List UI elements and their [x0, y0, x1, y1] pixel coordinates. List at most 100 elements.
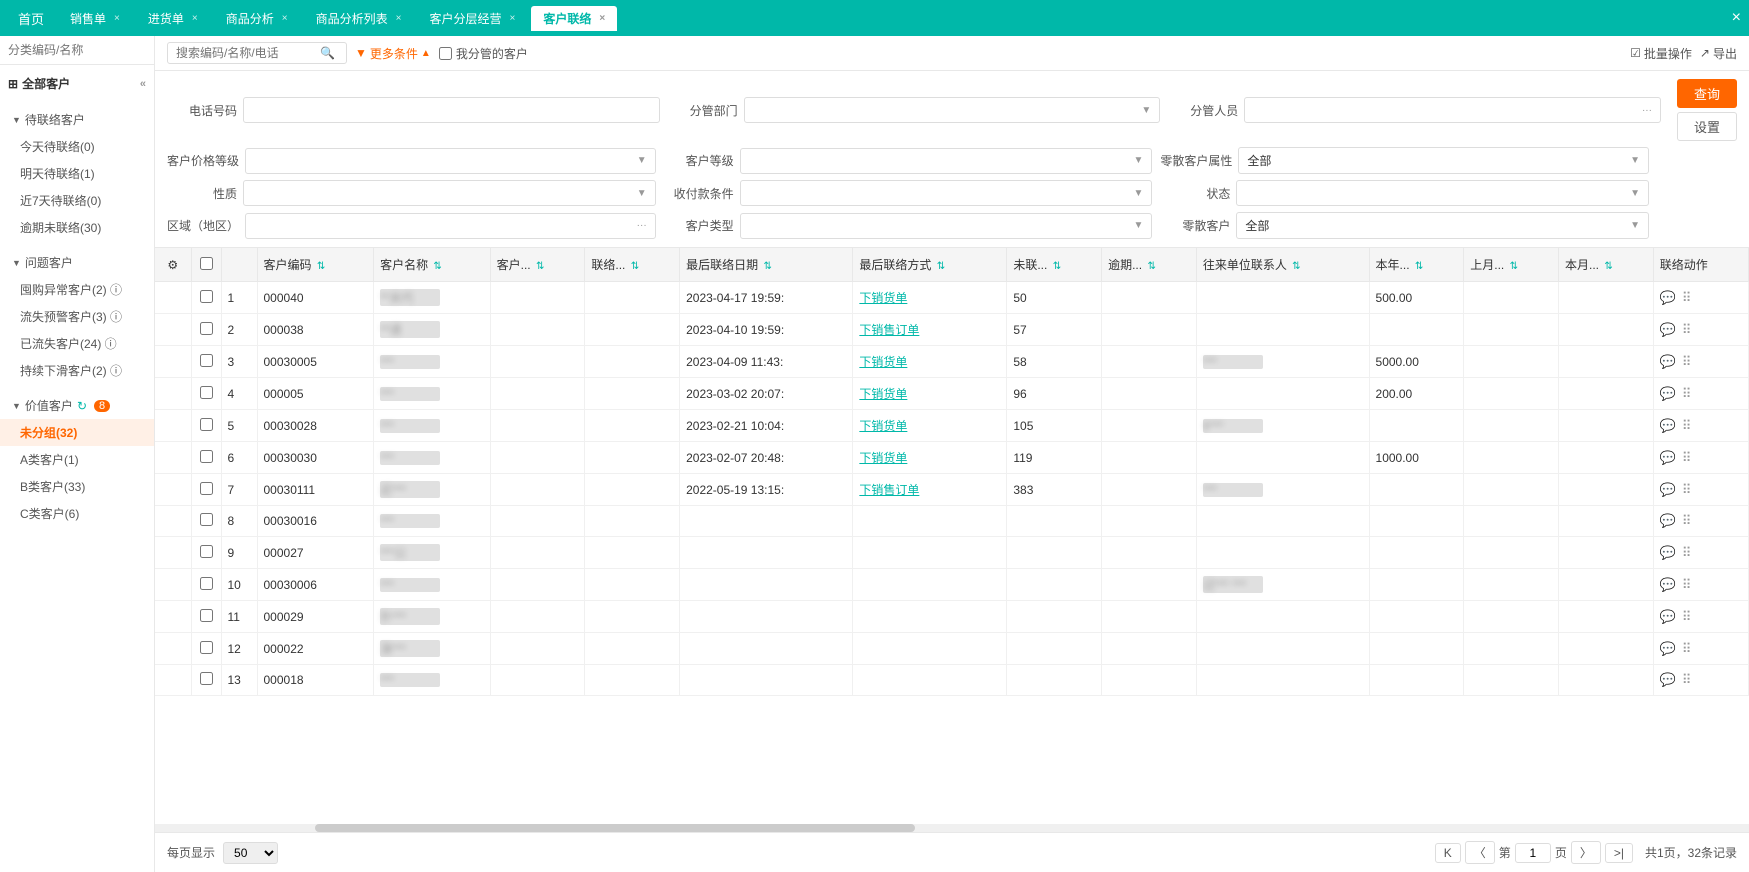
- sidebar-item-b-class[interactable]: B类客户(33): [0, 473, 154, 500]
- row-last-contact-way-cell[interactable]: 下销货单: [853, 378, 1007, 410]
- unit-contact-sort-icon[interactable]: ⇅: [1292, 261, 1300, 272]
- more-icon[interactable]: ⠿: [1682, 290, 1692, 306]
- this-year-sort-icon[interactable]: ⇅: [1415, 261, 1423, 272]
- value-customers-title[interactable]: ▼ 价值客户 ↻ 8: [0, 392, 154, 419]
- batch-action-btn[interactable]: ☑ 批量操作: [1630, 45, 1692, 62]
- row-checkbox[interactable]: [200, 418, 213, 431]
- more-icon[interactable]: ⠿: [1682, 545, 1692, 561]
- overdue-sort-icon[interactable]: ⇅: [1147, 261, 1155, 272]
- close-customer-contact-icon[interactable]: ×: [599, 13, 605, 24]
- comment-icon[interactable]: 💬: [1660, 290, 1676, 306]
- sidebar-item-a-class[interactable]: A类客户(1): [0, 446, 154, 473]
- tab-customer-contact[interactable]: 客户联络 ×: [531, 6, 617, 31]
- row-last-contact-way-cell[interactable]: [853, 506, 1007, 537]
- reset-button[interactable]: 设置: [1677, 112, 1737, 141]
- problem-customers-title[interactable]: ▼ 问题客户: [0, 249, 154, 276]
- close-purchase-order-icon[interactable]: ×: [192, 13, 198, 24]
- more-icon[interactable]: ⠿: [1682, 577, 1692, 593]
- row-last-contact-way-cell[interactable]: 下销售订单: [853, 314, 1007, 346]
- no-contact-col-header[interactable]: 未联... ⇅: [1007, 248, 1102, 282]
- comment-icon[interactable]: 💬: [1660, 609, 1676, 625]
- last-month-col-header[interactable]: 上月... ⇅: [1464, 248, 1559, 282]
- retail-attr-select[interactable]: 全部 ▼: [1238, 147, 1649, 174]
- sidebar-collapse-icon[interactable]: «: [140, 78, 146, 90]
- this-year-col-header[interactable]: 本年... ⇅: [1369, 248, 1464, 282]
- manager-select[interactable]: ···: [1244, 97, 1661, 123]
- row-last-contact-way-cell[interactable]: [853, 633, 1007, 665]
- sidebar-item-tomorrow[interactable]: 明天待联络(1): [0, 160, 154, 187]
- sidebar-search-input[interactable]: [8, 43, 155, 57]
- no-contact-sort-icon[interactable]: ⇅: [1053, 261, 1061, 272]
- prev-page-btn[interactable]: 〈: [1465, 841, 1495, 864]
- close-sales-order-icon[interactable]: ×: [114, 13, 120, 24]
- row-checkbox[interactable]: [200, 609, 213, 622]
- sidebar-item-churn-warning[interactable]: 流失预警客户(3) ⓘ: [0, 303, 154, 330]
- tab-product-analysis[interactable]: 商品分析 ×: [214, 6, 300, 31]
- row-last-contact-way-cell[interactable]: [853, 537, 1007, 569]
- more-icon[interactable]: ⠿: [1682, 672, 1692, 688]
- more-conditions-btn[interactable]: ▼ 更多条件 ▲: [355, 45, 431, 62]
- close-customer-tier-icon[interactable]: ×: [509, 13, 515, 24]
- row-last-contact-way-cell[interactable]: 下销货单: [853, 346, 1007, 378]
- row-checkbox[interactable]: [200, 641, 213, 654]
- comment-icon[interactable]: 💬: [1660, 641, 1676, 657]
- export-btn[interactable]: ↗ 导出: [1700, 45, 1737, 62]
- contact-col-header[interactable]: 联络... ⇅: [585, 248, 680, 282]
- settings-icon[interactable]: ⚙: [167, 258, 178, 272]
- more-icon[interactable]: ⠿: [1682, 609, 1692, 625]
- price-level-select[interactable]: ▼: [245, 148, 656, 174]
- sidebar-item-ungroup[interactable]: 未分组(32): [0, 419, 154, 446]
- more-icon[interactable]: ⠿: [1682, 418, 1692, 434]
- last-contact-date-sort-icon[interactable]: ⇅: [763, 261, 771, 272]
- tab-sales-order[interactable]: 销售单 ×: [58, 6, 132, 31]
- comment-icon[interactable]: 💬: [1660, 322, 1676, 338]
- more-icon[interactable]: ⠿: [1682, 322, 1692, 338]
- close-product-analysis-icon[interactable]: ×: [282, 13, 288, 24]
- row-last-contact-way-cell[interactable]: [853, 665, 1007, 696]
- search-icon[interactable]: 🔍: [320, 46, 335, 60]
- type-sort-icon[interactable]: ⇅: [536, 261, 544, 272]
- comment-icon[interactable]: 💬: [1660, 513, 1676, 529]
- phone-input[interactable]: [243, 97, 660, 123]
- sidebar-item-overdue[interactable]: 逾期未联络(30): [0, 214, 154, 241]
- row-checkbox[interactable]: [200, 290, 213, 303]
- page-size-select[interactable]: 50 100 200: [223, 842, 278, 864]
- comment-icon[interactable]: 💬: [1660, 386, 1676, 402]
- more-icon[interactable]: ⠿: [1682, 482, 1692, 498]
- tab-customer-tier[interactable]: 客户分层经营 ×: [417, 6, 527, 31]
- tab-purchase-order[interactable]: 进货单 ×: [136, 6, 210, 31]
- horizontal-scrollbar[interactable]: [155, 824, 1749, 832]
- page-input[interactable]: [1515, 843, 1551, 863]
- sidebar-item-abnormal[interactable]: 囤购异常客户(2) ⓘ: [0, 276, 154, 303]
- select-all-checkbox[interactable]: [200, 257, 213, 270]
- comment-icon[interactable]: 💬: [1660, 482, 1676, 498]
- status-select[interactable]: ▼: [1236, 180, 1649, 206]
- my-customers-checkbox[interactable]: 我分管的客户: [439, 45, 528, 62]
- more-icon[interactable]: ⠿: [1682, 450, 1692, 466]
- more-icon[interactable]: ⠿: [1682, 354, 1692, 370]
- all-customers-header[interactable]: ⊞ 全部客户 «: [0, 69, 154, 98]
- contact-sort-icon[interactable]: ⇅: [631, 261, 639, 272]
- last-page-btn[interactable]: >|: [1605, 843, 1633, 863]
- comment-icon[interactable]: 💬: [1660, 672, 1676, 688]
- sidebar-item-declining[interactable]: 持续下滑客户(2) ⓘ: [0, 357, 154, 384]
- more-icon[interactable]: ⠿: [1682, 386, 1692, 402]
- first-page-btn[interactable]: K: [1435, 843, 1461, 863]
- sidebar-item-c-class[interactable]: C类客户(6): [0, 500, 154, 527]
- row-checkbox[interactable]: [200, 482, 213, 495]
- comment-icon[interactable]: 💬: [1660, 577, 1676, 593]
- sidebar-item-churned[interactable]: 已流失客户(24) ⓘ: [0, 330, 154, 357]
- row-checkbox[interactable]: [200, 513, 213, 526]
- last-month-sort-icon[interactable]: ⇅: [1510, 261, 1518, 272]
- row-checkbox[interactable]: [200, 672, 213, 685]
- more-icon[interactable]: ⠿: [1682, 513, 1692, 529]
- row-last-contact-way-cell[interactable]: [853, 569, 1007, 601]
- row-checkbox[interactable]: [200, 386, 213, 399]
- this-month-sort-icon[interactable]: ⇅: [1604, 261, 1612, 272]
- comment-icon[interactable]: 💬: [1660, 545, 1676, 561]
- pending-contact-title[interactable]: ▼ 待联络客户: [0, 106, 154, 133]
- query-button[interactable]: 查询: [1677, 79, 1737, 108]
- last-contact-date-col-header[interactable]: 最后联络日期 ⇅: [680, 248, 853, 282]
- type-col-header[interactable]: 客户... ⇅: [490, 248, 585, 282]
- row-last-contact-way-cell[interactable]: 下销售订单: [853, 474, 1007, 506]
